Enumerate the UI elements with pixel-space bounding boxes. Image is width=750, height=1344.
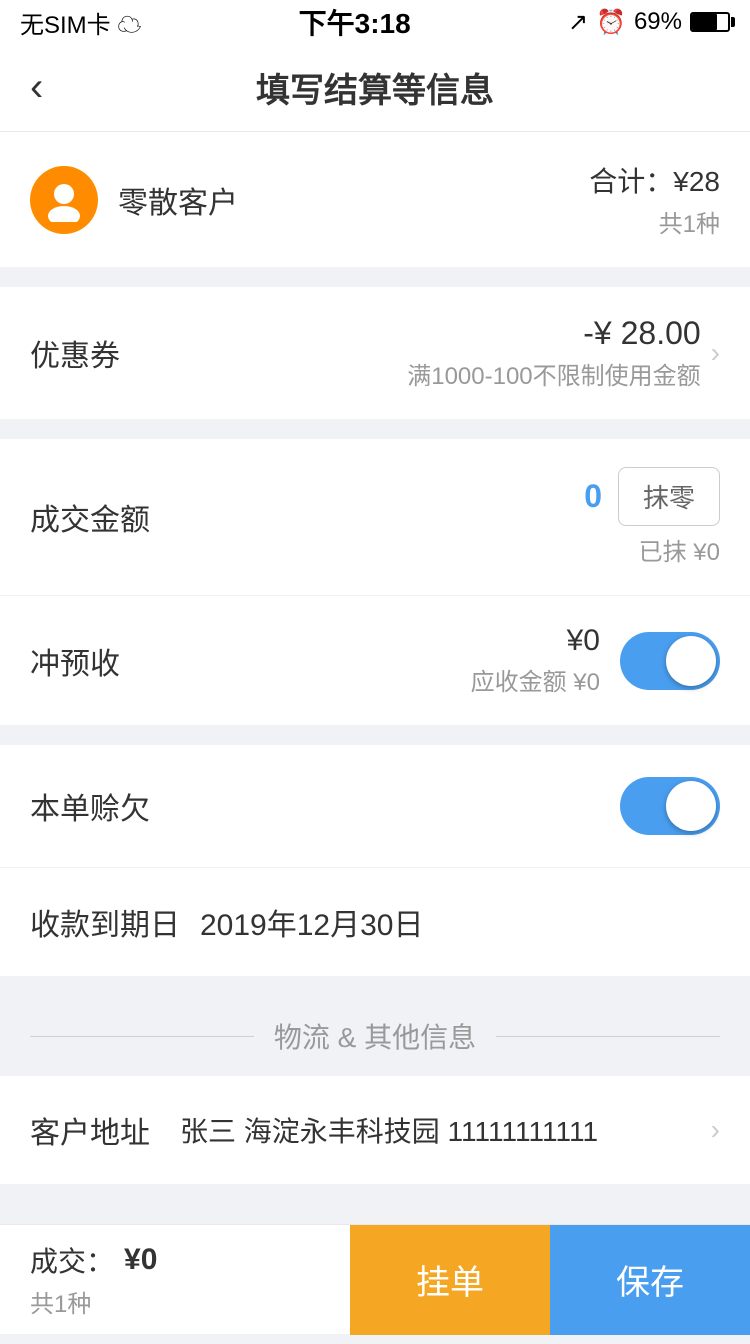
logistics-header: 物流 & 其他信息 xyxy=(0,996,750,1076)
nav-bar: ‹ 填写结算等信息 xyxy=(0,44,750,132)
status-left: 无SIM卡 ☁ xyxy=(20,5,141,40)
pending-button[interactable]: 挂单 xyxy=(350,1225,550,1335)
debt-section: 本单赊欠 收款到期日 2019年12月30日 xyxy=(0,745,750,976)
bottom-deal-amount: ¥0 xyxy=(124,1243,157,1277)
address-section: 客户地址 张三 海淀永丰科技园 11111111111 › xyxy=(0,1076,750,1184)
deal-amount-row: 成交金额 0 抹零 已抹 ¥0 xyxy=(0,439,750,596)
save-button[interactable]: 保存 xyxy=(550,1225,750,1335)
status-time: 下午3:18 xyxy=(299,2,411,42)
customer-name: 零散客户 xyxy=(118,178,238,222)
address-chevron: › xyxy=(711,1114,720,1146)
bottom-deal-label: 成交： xyxy=(30,1240,114,1280)
customer-avatar xyxy=(30,166,98,234)
debt-label: 本单赊欠 xyxy=(30,784,150,828)
precollect-row: 冲预收 ¥0 应收金额 ¥0 xyxy=(0,596,750,725)
precollect-amount: ¥0 xyxy=(471,624,600,658)
address-row[interactable]: 客户地址 张三 海淀永丰科技园 11111111111 › xyxy=(0,1076,750,1184)
coupon-discount-amount: -¥ 28.00 xyxy=(407,315,700,352)
precollect-sub: 应收金额 ¥0 xyxy=(471,662,600,697)
alarm-icon: ⏰ xyxy=(596,8,626,37)
round-zero-button[interactable]: 抹零 xyxy=(618,467,720,526)
due-date-label: 收款到期日 xyxy=(30,900,180,944)
address-chevron-icon: › xyxy=(711,1114,720,1146)
debt-toggle[interactable] xyxy=(620,777,720,835)
due-date-value: 2019年12月30日 xyxy=(200,900,423,944)
sim-status: 无SIM卡 ☁ xyxy=(20,5,141,40)
deal-input-wrap: 0 抹零 xyxy=(584,467,720,526)
logistics-text: 物流 & 其他信息 xyxy=(274,1016,476,1056)
coupon-label: 优惠券 xyxy=(30,331,120,375)
address-value: 张三 海淀永丰科技园 11111111111 xyxy=(180,1110,711,1150)
customer-row[interactable]: 零散客户 合计：¥28 共1种 xyxy=(0,132,750,267)
status-right: ↗ ⏰ 69% xyxy=(568,8,730,37)
bottom-deal: 成交： ¥0 xyxy=(30,1240,320,1280)
content: 零散客户 合计：¥28 共1种 优惠券 -¥ 28.00 满1000-100不限… xyxy=(0,132,750,1344)
customer-count: 共1种 xyxy=(589,204,720,239)
precollect-amounts: ¥0 应收金额 ¥0 xyxy=(471,624,600,697)
battery-percent: 69% xyxy=(634,8,682,36)
precollect-label: 冲预收 xyxy=(30,639,120,683)
debt-row: 本单赊欠 xyxy=(0,745,750,868)
due-date-row[interactable]: 收款到期日 2019年12月30日 xyxy=(0,868,750,976)
coupon-value-wrap: -¥ 28.00 满1000-100不限制使用金额 xyxy=(407,315,700,391)
back-button[interactable]: ‹ xyxy=(30,65,43,110)
coupon-chevron-icon: › xyxy=(711,337,720,369)
bottom-bar: 成交： ¥0 共1种 挂单 保存 xyxy=(0,1224,750,1334)
status-bar: 无SIM卡 ☁ 下午3:18 ↗ ⏰ 69% xyxy=(0,0,750,44)
coupon-discount-note: 满1000-100不限制使用金额 xyxy=(407,356,700,391)
customer-section: 零散客户 合计：¥28 共1种 xyxy=(0,132,750,267)
coupon-row[interactable]: 优惠券 -¥ 28.00 满1000-100不限制使用金额 › xyxy=(0,287,750,419)
precollect-toggle[interactable] xyxy=(620,632,720,690)
address-label: 客户地址 xyxy=(30,1108,150,1152)
battery-icon xyxy=(690,12,730,32)
location-icon: ↗ xyxy=(568,8,588,37)
deal-amount-value[interactable]: 0 xyxy=(584,478,602,515)
logistics-line-left xyxy=(30,1036,254,1037)
deal-sub-note: 已抹 ¥0 xyxy=(639,532,720,567)
page-title: 填写结算等信息 xyxy=(256,63,494,112)
customer-left: 零散客户 xyxy=(30,166,238,234)
spacer xyxy=(0,1204,750,1224)
deal-amount-label: 成交金额 xyxy=(30,495,150,539)
deal-section: 成交金额 0 抹零 已抹 ¥0 冲预收 ¥0 应收金额 ¥0 xyxy=(0,439,750,725)
bottom-info: 成交： ¥0 共1种 xyxy=(0,1240,350,1319)
customer-summary: 合计：¥28 共1种 xyxy=(589,160,720,239)
precollect-right: ¥0 应收金额 ¥0 xyxy=(471,624,720,697)
logistics-line-right xyxy=(496,1036,720,1037)
coupon-section: 优惠券 -¥ 28.00 满1000-100不限制使用金额 › xyxy=(0,287,750,419)
coupon-right: -¥ 28.00 满1000-100不限制使用金额 › xyxy=(407,315,720,391)
bottom-count: 共1种 xyxy=(30,1284,320,1319)
customer-total: 合计：¥28 xyxy=(589,160,720,200)
